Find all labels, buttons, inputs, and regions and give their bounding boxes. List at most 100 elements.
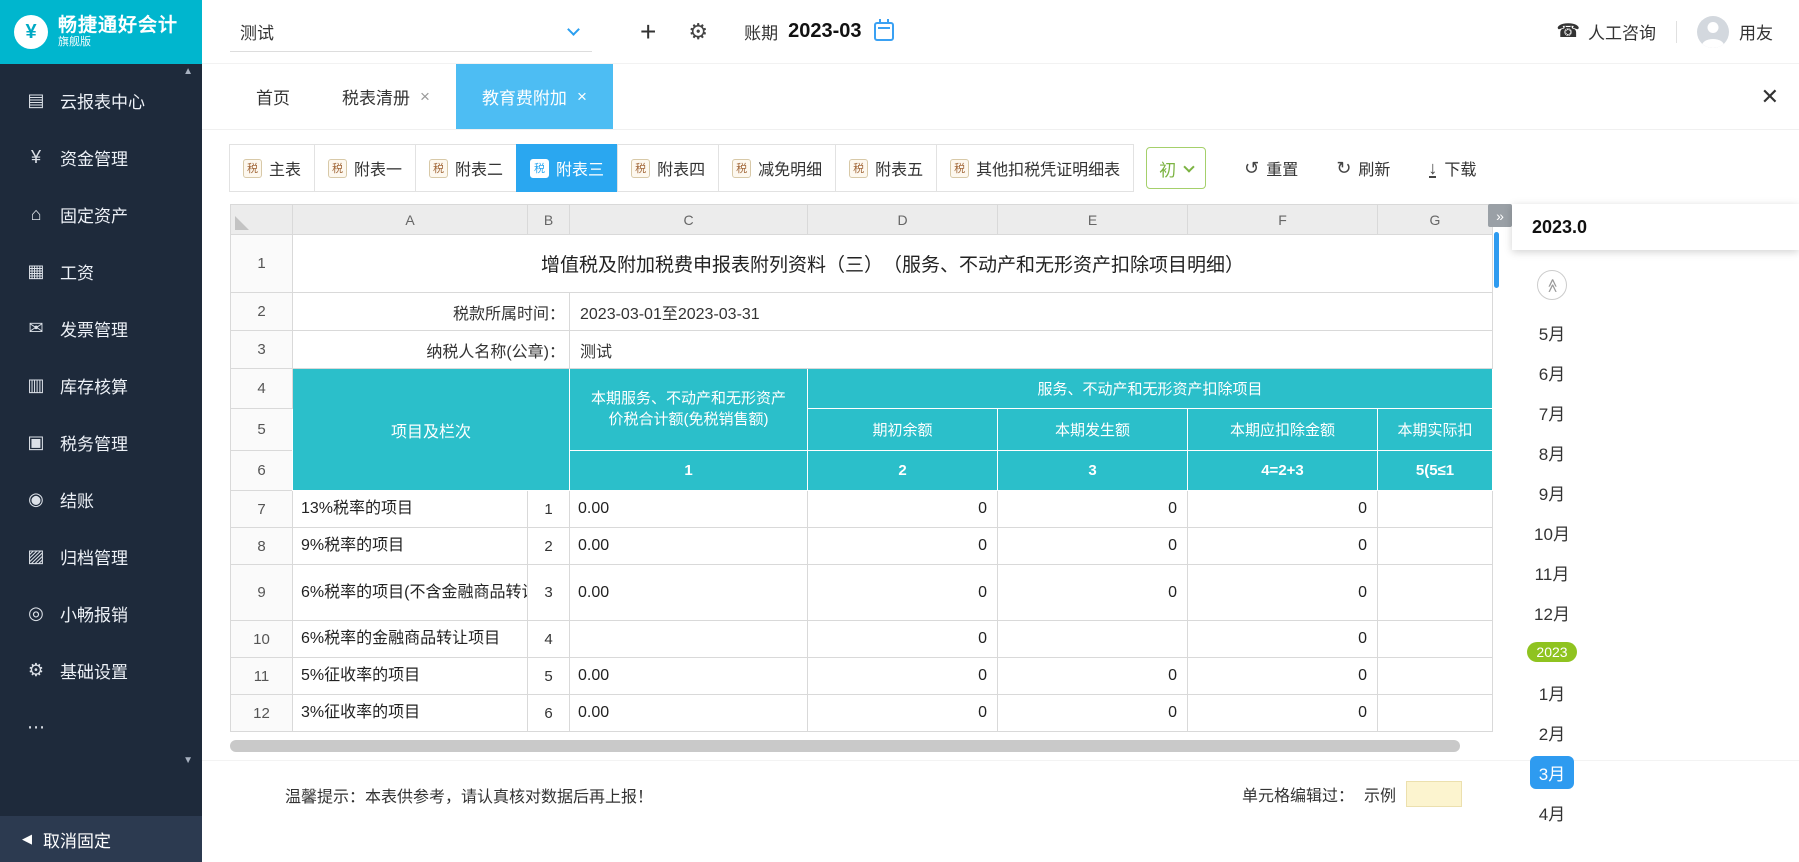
collapse-up-button[interactable]: ≫ [1537,270,1567,300]
close-page-icon[interactable]: ✕ [1761,84,1779,110]
month-item-nov[interactable]: 11月 [1520,552,1584,592]
cell-e[interactable]: 0 [997,490,1188,528]
row-number[interactable]: 10 [230,620,293,658]
account-set-dropdown[interactable]: 测试 [230,12,592,52]
row-number[interactable]: 6 [230,450,293,491]
cell-c[interactable]: 0.00 [569,657,808,695]
consult-button[interactable]: ☎ 人工咨询 [1556,19,1656,44]
row-number[interactable]: 2 [230,292,293,331]
month-item-jul[interactable]: 7月 [1520,392,1584,432]
add-account-button[interactable]: + [640,16,656,48]
row-number[interactable]: 1 [230,234,293,293]
month-item-feb[interactable]: 2月 [1520,712,1584,752]
cell-g[interactable] [1377,620,1493,658]
close-icon[interactable]: × [420,87,430,107]
month-item-sep[interactable]: 9月 [1520,472,1584,512]
sidebar-item-tax-management[interactable]: ▣ 税务管理 [0,414,202,471]
month-item-dec[interactable]: 12月 [1520,592,1584,632]
subtab-appendix-5[interactable]: 税 附表五 [835,144,938,192]
subtab-other-deduction-voucher[interactable]: 税 其他扣税凭证明细表 [936,144,1135,192]
month-item-aug[interactable]: 8月 [1520,432,1584,472]
cell-c[interactable]: 0.00 [569,564,808,621]
row-number[interactable]: 11 [230,657,293,695]
expand-panel-button[interactable]: » [1488,204,1512,227]
row-number[interactable]: 5 [230,408,293,451]
column-header-c[interactable]: C [569,204,808,235]
sidebar-item-archive-management[interactable]: ▨ 归档管理 [0,528,202,585]
month-item-mar-active[interactable]: 3月 [1520,752,1584,792]
cell-d[interactable]: 0 [807,620,998,658]
column-header-d[interactable]: D [807,204,998,235]
sidebar-item-expense-reimburse[interactable]: ◎ 小畅报销 [0,585,202,642]
sidebar-item-partial[interactable]: ⋯ [0,699,202,756]
reset-button[interactable]: ↺ 重置 [1244,156,1298,180]
cell-d[interactable]: 0 [807,490,998,528]
cell-e[interactable]: 0 [997,694,1188,732]
month-item-jan[interactable]: 1月 [1520,672,1584,712]
cell-g[interactable] [1377,564,1493,621]
subtab-appendix-3[interactable]: 税 附表三 [516,144,619,192]
cell-c[interactable]: 0.00 [569,527,808,565]
cell-c[interactable]: 0.00 [569,490,808,528]
close-icon[interactable]: × [577,87,587,107]
row-number[interactable]: 12 [230,694,293,732]
row-number[interactable]: 7 [230,490,293,528]
user-name[interactable]: 用友 [1739,19,1773,44]
sidebar-scroll-down-icon[interactable]: ▼ [183,755,193,766]
row-number[interactable]: 9 [230,564,293,621]
unpin-sidebar-button[interactable]: ◀ 取消固定 [0,816,202,862]
cell-c[interactable] [569,620,808,658]
column-header-g[interactable]: G [1377,204,1493,235]
cell-f[interactable]: 0 [1187,657,1378,695]
cell-f[interactable]: 0 [1187,694,1378,732]
year-badge[interactable]: 2023 [1520,632,1584,672]
row-number[interactable]: 3 [230,330,293,369]
cell-g[interactable] [1377,527,1493,565]
cell-e[interactable]: 0 [997,527,1188,565]
sidebar-item-fixed-assets[interactable]: ⌂ 固定资产 [0,186,202,243]
cell-f[interactable]: 0 [1187,620,1378,658]
cell-c[interactable]: 0.00 [569,694,808,732]
tab-education-surcharge[interactable]: 教育费附加 × [455,64,613,129]
subtab-reduction-detail[interactable]: 税 减免明细 [718,144,837,192]
subtab-appendix-1[interactable]: 税 附表一 [314,144,417,192]
sidebar-item-inventory-accounting[interactable]: ▥ 库存核算 [0,357,202,414]
cell-d[interactable]: 0 [807,527,998,565]
refresh-button[interactable]: ↻ 刷新 [1336,156,1390,180]
cell-e[interactable]: 0 [997,657,1188,695]
vertical-scrollbar-thumb[interactable] [1494,232,1499,288]
tab-tax-register[interactable]: 税表清册 × [316,64,456,129]
cell-d[interactable]: 0 [807,564,998,621]
cell-d[interactable]: 0 [807,694,998,732]
select-all-corner[interactable] [230,204,293,235]
cell-d[interactable]: 0 [807,657,998,695]
subtab-appendix-4[interactable]: 税 附表四 [617,144,720,192]
column-header-a[interactable]: A [292,204,528,235]
cell-e[interactable] [997,620,1188,658]
month-item-oct[interactable]: 10月 [1520,512,1584,552]
download-button[interactable]: ↓ 下载 [1428,156,1476,180]
cell-g[interactable] [1377,694,1493,732]
month-item-may[interactable]: 5月 [1520,312,1584,352]
column-header-e[interactable]: E [997,204,1188,235]
month-item-apr[interactable]: 4月 [1520,792,1584,832]
sidebar-item-cloud-report-center[interactable]: ▤ 云报表中心 [0,72,202,129]
cell-g[interactable] [1377,657,1493,695]
user-avatar[interactable] [1697,15,1729,48]
sidebar-item-closing[interactable]: ◉ 结账 [0,471,202,528]
sidebar-item-salary[interactable]: ▦ 工资 [0,243,202,300]
column-header-f[interactable]: F [1187,204,1378,235]
cell-f[interactable]: 0 [1187,564,1378,621]
subtab-appendix-2[interactable]: 税 附表二 [415,144,518,192]
column-header-b[interactable]: B [527,204,570,235]
row-number[interactable]: 8 [230,527,293,565]
cell-g[interactable] [1377,490,1493,528]
sidebar-item-basic-settings[interactable]: ⚙ 基础设置 [0,642,202,699]
row-number[interactable]: 4 [230,368,293,409]
cell-f[interactable]: 0 [1187,527,1378,565]
horizontal-scrollbar[interactable] [230,740,1460,752]
sidebar-item-funds-management[interactable]: ¥ 资金管理 [0,129,202,186]
cell-f[interactable]: 0 [1187,490,1378,528]
subtab-main-table[interactable]: 税 主表 [229,144,316,192]
accounting-period-picker[interactable]: 账期 2023-03 [744,19,894,44]
